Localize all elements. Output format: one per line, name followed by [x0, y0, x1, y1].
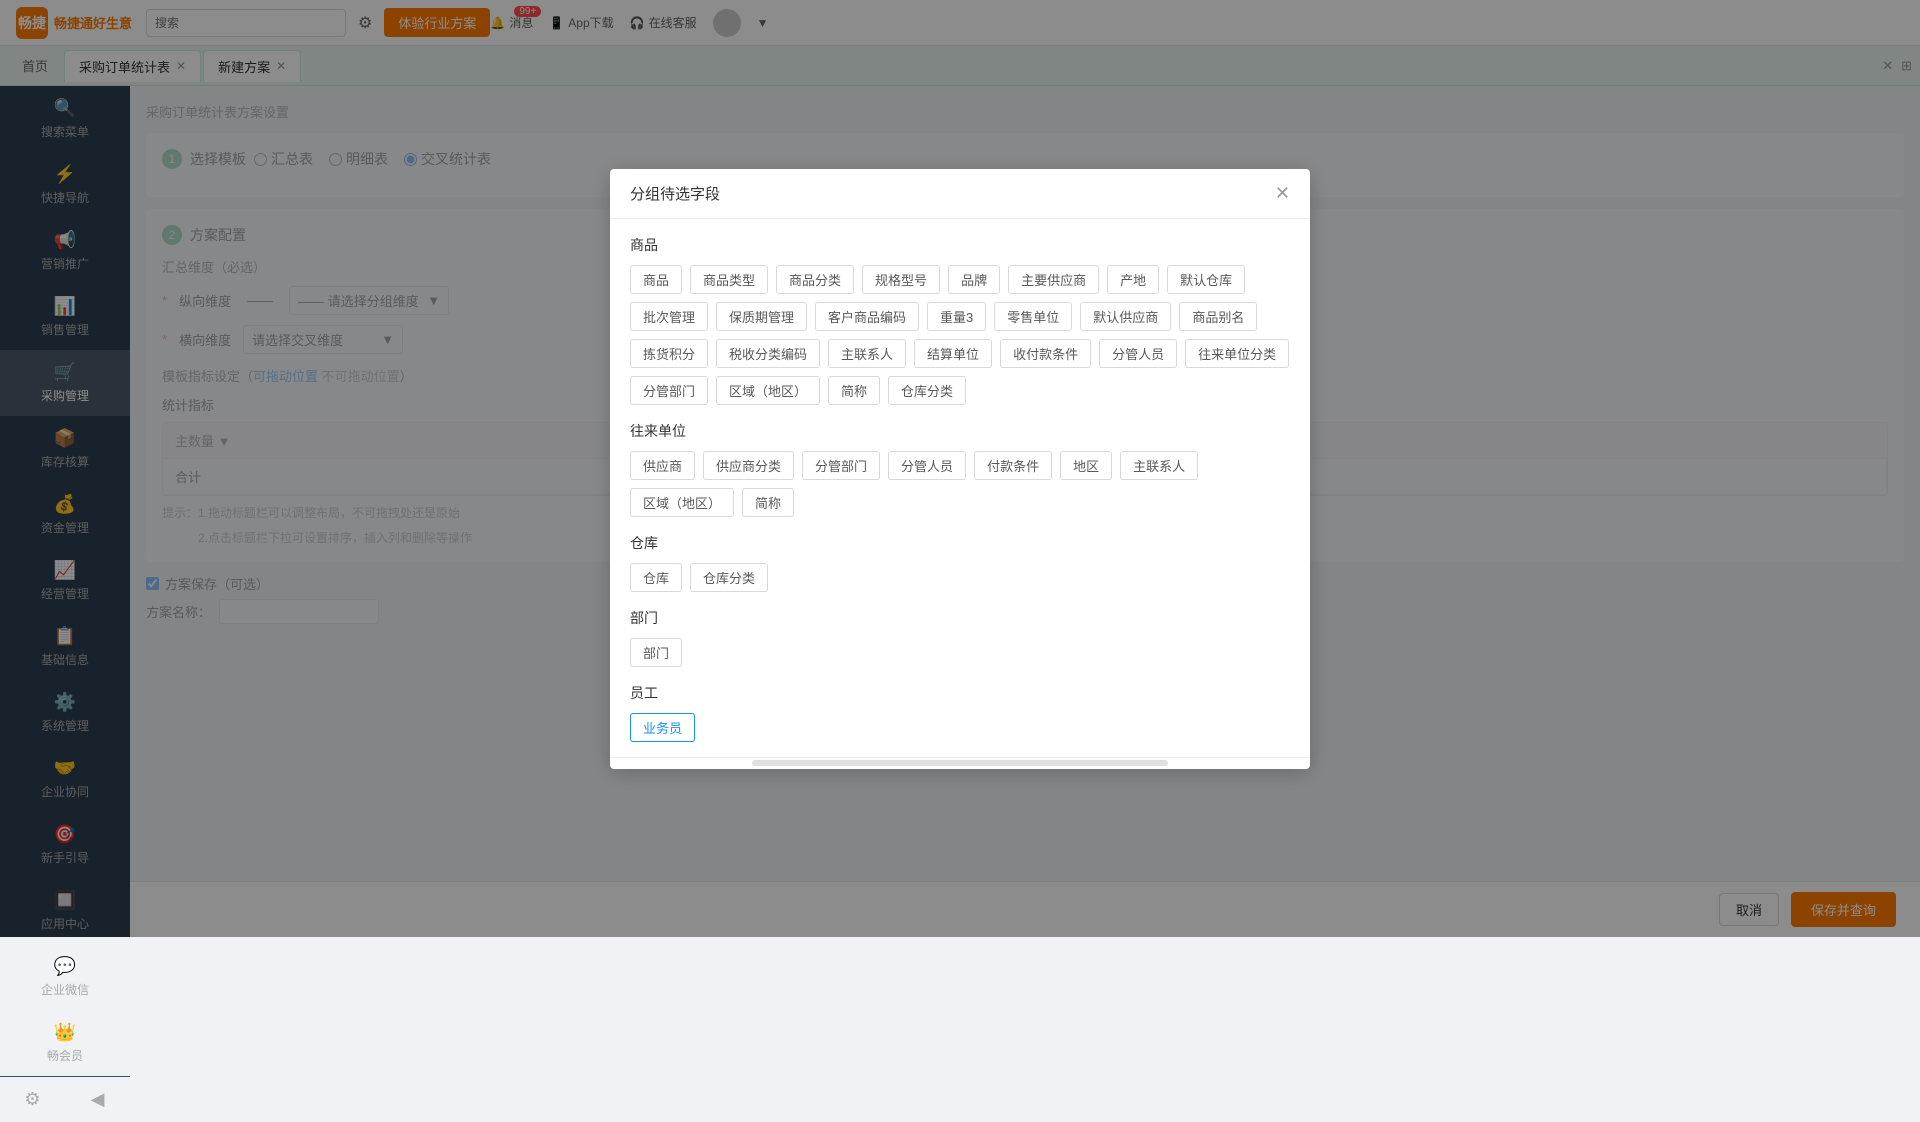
tag-main-contact-counterpart[interactable]: 主联系人: [1120, 451, 1198, 480]
tag-short-name-counterpart[interactable]: 简称: [742, 488, 794, 517]
sidebar-item-wechat[interactable]: 💬 企业微信: [0, 944, 130, 1010]
tag-expiry-mgmt[interactable]: 保质期管理: [716, 302, 807, 331]
dept-tags: 部门: [630, 638, 1290, 667]
tag-product[interactable]: 商品: [630, 265, 682, 294]
section-product-title: 商品: [630, 235, 1290, 255]
member-icon: 👑: [54, 1022, 76, 1043]
tag-product-category[interactable]: 商品分类: [776, 265, 854, 294]
tag-dept-person[interactable]: 分管人员: [888, 451, 966, 480]
tag-region2[interactable]: 区域（地区）: [630, 488, 734, 517]
tag-warehouse-cat[interactable]: 仓库分类: [690, 563, 768, 592]
tag-payment-condition[interactable]: 付款条件: [974, 451, 1052, 480]
tag-main-supplier[interactable]: 主要供应商: [1008, 265, 1099, 294]
tag-supplier-category[interactable]: 供应商分类: [703, 451, 794, 480]
wechat-icon: 💬: [54, 956, 76, 977]
settings-bottom-btn[interactable]: ⚙: [0, 1077, 65, 1122]
tag-dept-managed[interactable]: 分管部门: [630, 376, 708, 405]
tag-short-name-product[interactable]: 简称: [828, 376, 880, 405]
tag-product-type[interactable]: 商品类型: [690, 265, 768, 294]
warehouse-tags: 仓库 仓库分类: [630, 563, 1290, 592]
tag-default-warehouse[interactable]: 默认仓库: [1167, 265, 1245, 294]
tag-batch-mgmt[interactable]: 批次管理: [630, 302, 708, 331]
section-counterpart: 往来单位 供应商 供应商分类 分管部门 分管人员 付款条件 地区 主联系人 区域…: [630, 421, 1290, 517]
section-dept-title: 部门: [630, 608, 1290, 628]
staff-tags: 业务员: [630, 713, 1290, 742]
tag-counterpart-category[interactable]: 往来单位分类: [1185, 339, 1289, 368]
counterpart-tags: 供应商 供应商分类 分管部门 分管人员 付款条件 地区 主联系人 区域（地区） …: [630, 451, 1290, 517]
section-dept: 部门 部门: [630, 608, 1290, 667]
tag-weight3[interactable]: 重量3: [927, 302, 986, 331]
sidebar-bottom: ⚙ ◀: [0, 1076, 130, 1122]
section-staff: 员工 业务员: [630, 683, 1290, 742]
tag-default-supplier[interactable]: 默认供应商: [1080, 302, 1171, 331]
modal-header: 分组待选字段 ✕: [610, 169, 1310, 219]
tag-settlement-unit[interactable]: 结算单位: [914, 339, 992, 368]
section-warehouse: 仓库 仓库 仓库分类: [630, 533, 1290, 592]
tag-supplier[interactable]: 供应商: [630, 451, 695, 480]
modal-hscroll[interactable]: [610, 757, 1310, 768]
sidebar-item-wechat-label: 企业微信: [41, 981, 89, 998]
tag-brand[interactable]: 品牌: [948, 265, 1000, 294]
section-warehouse-title: 仓库: [630, 533, 1290, 553]
modal-close-icon[interactable]: ✕: [1275, 183, 1290, 204]
tag-tax-code[interactable]: 税收分类编码: [716, 339, 820, 368]
modal-overlay: 分组待选字段 ✕ 商品 商品 商品类型 商品分类 规格型号 品牌 主要供应商 产…: [0, 0, 1920, 937]
tag-payment-terms[interactable]: 收付款条件: [1000, 339, 1091, 368]
tag-product-alias[interactable]: 商品别名: [1179, 302, 1257, 331]
section-staff-title: 员工: [630, 683, 1290, 703]
tag-main-contact[interactable]: 主联系人: [828, 339, 906, 368]
tag-dept[interactable]: 部门: [630, 638, 682, 667]
sidebar-item-member-label: 畅会员: [47, 1047, 83, 1064]
tag-region-counterpart[interactable]: 地区: [1060, 451, 1112, 480]
tag-retail-unit[interactable]: 零售单位: [994, 302, 1072, 331]
field-select-modal: 分组待选字段 ✕ 商品 商品 商品类型 商品分类 规格型号 品牌 主要供应商 产…: [610, 169, 1310, 769]
tag-salesperson[interactable]: 业务员: [630, 713, 695, 742]
tag-dept-mgmt[interactable]: 分管部门: [802, 451, 880, 480]
modal-body: 商品 商品 商品类型 商品分类 规格型号 品牌 主要供应商 产地 默认仓库 批次…: [610, 219, 1310, 758]
tag-customer-code[interactable]: 客户商品编码: [815, 302, 919, 331]
tag-warehouse-category[interactable]: 仓库分类: [888, 376, 966, 405]
section-counterpart-title: 往来单位: [630, 421, 1290, 441]
product-tags: 商品 商品类型 商品分类 规格型号 品牌 主要供应商 产地 默认仓库 批次管理 …: [630, 265, 1290, 405]
section-product: 商品 商品 商品类型 商品分类 规格型号 品牌 主要供应商 产地 默认仓库 批次…: [630, 235, 1290, 405]
hscroll-thumb[interactable]: [752, 760, 1167, 766]
tag-pick-points[interactable]: 拣货积分: [630, 339, 708, 368]
tag-region-product[interactable]: 区域（地区）: [716, 376, 820, 405]
sidebar-item-member[interactable]: 👑 畅会员: [0, 1010, 130, 1076]
tag-supervisor[interactable]: 分管人员: [1099, 339, 1177, 368]
modal-title: 分组待选字段: [630, 183, 720, 204]
tag-spec-model[interactable]: 规格型号: [862, 265, 940, 294]
collapse-btn[interactable]: ◀: [65, 1077, 130, 1122]
tag-warehouse[interactable]: 仓库: [630, 563, 682, 592]
tag-origin[interactable]: 产地: [1107, 265, 1159, 294]
